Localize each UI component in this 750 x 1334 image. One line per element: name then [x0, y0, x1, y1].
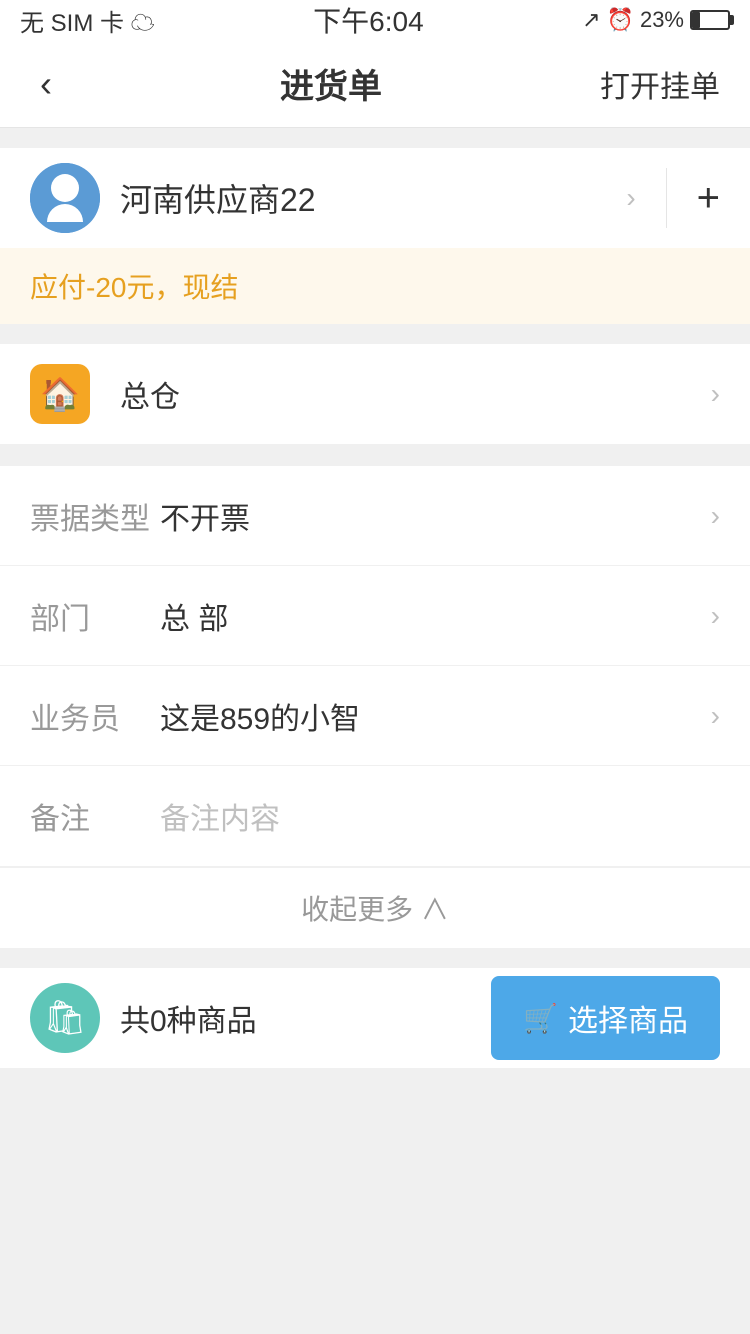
warehouse-icon-wrap: 🏠: [30, 364, 90, 424]
remark-row[interactable]: 备注 备注内容: [0, 766, 750, 866]
supplier-section[interactable]: 河南供应商22 › +: [0, 148, 750, 248]
content-area: [0, 1068, 750, 1268]
invoice-type-chevron-icon: ›: [711, 500, 720, 532]
salesman-chevron-icon: ›: [711, 700, 720, 732]
warehouse-row[interactable]: 🏠 总仓 ›: [0, 344, 750, 444]
item-count: 共0种商品: [120, 996, 491, 1040]
open-pending-button[interactable]: 打开挂单: [600, 62, 720, 106]
department-value: 总 部: [160, 594, 701, 638]
supplier-chevron-icon: ›: [626, 182, 635, 214]
alarm-icon: ⏰: [607, 7, 634, 33]
remark-label: 备注: [30, 794, 150, 838]
fields-section: 票据类型 不开票 › 部门 总 部 › 业务员 这是859的小智 › 备注 备注…: [0, 466, 750, 866]
salesman-value: 这是859的小智: [160, 694, 701, 738]
section-divider-2: [0, 324, 750, 344]
warehouse-chevron-icon: ›: [711, 378, 720, 410]
avatar-body: [47, 204, 83, 222]
house-icon: 🏠: [40, 375, 80, 413]
section-divider-1: [0, 128, 750, 148]
avatar-person: [30, 163, 100, 233]
select-goods-icon: 🛒: [523, 1002, 558, 1035]
status-right: ↗ ⏰ 23%: [582, 7, 730, 33]
collapse-section[interactable]: 收起更多 ∧: [0, 868, 750, 948]
collapse-text: 收起更多 ∧: [301, 888, 449, 928]
invoice-type-row[interactable]: 票据类型 不开票 ›: [0, 466, 750, 566]
status-time: 下午6:04: [313, 0, 424, 40]
page-title: 进货单: [280, 59, 382, 108]
select-goods-label: 选择商品: [568, 996, 688, 1040]
invoice-type-label: 票据类型: [30, 494, 150, 538]
invoice-type-value: 不开票: [160, 494, 701, 538]
supplier-divider: [666, 168, 667, 228]
warehouse-name: 总仓: [120, 372, 711, 416]
location-icon: ↗: [582, 7, 600, 33]
cart-icon-wrap: 🛍: [30, 983, 100, 1053]
remark-placeholder: 备注内容: [160, 794, 720, 838]
bottom-section: 🛍 共0种商品 🛒 选择商品: [0, 968, 750, 1068]
salesman-label: 业务员: [30, 694, 150, 738]
sim-signal: 无 SIM 卡 ☁: [20, 3, 155, 38]
department-chevron-icon: ›: [711, 600, 720, 632]
add-supplier-button[interactable]: +: [697, 178, 720, 218]
battery-icon: [690, 10, 730, 30]
status-left: 无 SIM 卡 ☁: [20, 3, 155, 38]
select-goods-button[interactable]: 🛒 选择商品: [491, 976, 720, 1060]
back-button[interactable]: ‹: [30, 53, 62, 115]
supplier-right: › +: [626, 168, 720, 228]
section-divider-3: [0, 444, 750, 464]
nav-bar: ‹ 进货单 打开挂单: [0, 40, 750, 128]
avatar-head: [51, 174, 79, 202]
cart-icon: 🛍: [43, 998, 86, 1038]
department-row[interactable]: 部门 总 部 ›: [0, 566, 750, 666]
supplier-avatar: [30, 163, 100, 233]
status-bar: 无 SIM 卡 ☁ 下午6:04 ↗ ⏰ 23%: [0, 0, 750, 40]
salesman-row[interactable]: 业务员 这是859的小智 ›: [0, 666, 750, 766]
alert-banner: 应付-20元，现结: [0, 248, 750, 324]
department-label: 部门: [30, 594, 150, 638]
supplier-name: 河南供应商22: [120, 175, 626, 221]
battery-percent: 23%: [640, 7, 684, 33]
